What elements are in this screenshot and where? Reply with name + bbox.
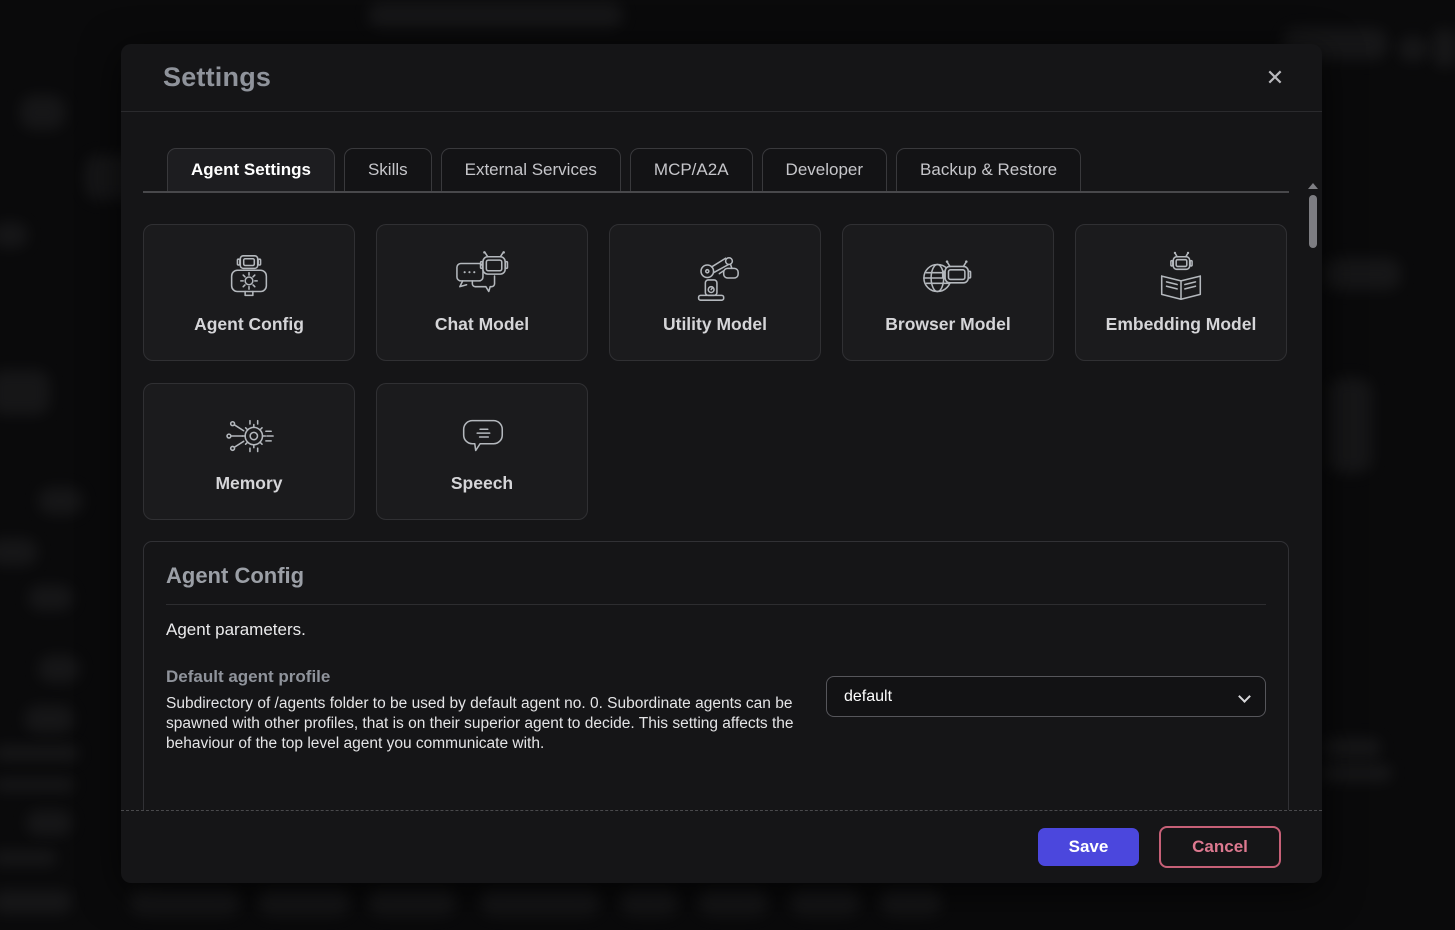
tab-mcp-a2a[interactable]: MCP/A2A [630, 148, 753, 191]
background-blur-shape [130, 888, 240, 915]
card-agent-config[interactable]: Agent Config [143, 224, 355, 361]
background-blur-shape [38, 655, 80, 683]
background-blur-shape [368, 2, 623, 28]
card-label: Browser Model [885, 314, 1010, 335]
card-label: Embedding Model [1106, 314, 1257, 335]
card-speech[interactable]: Speech [376, 383, 588, 520]
close-icon[interactable]: ✕ [1258, 61, 1292, 95]
modal-scrollbar[interactable] [1308, 183, 1318, 811]
field-label: Default agent profile [166, 667, 811, 687]
background-blur-shape [480, 888, 600, 915]
robot-reading-book-icon [1148, 251, 1214, 305]
card-chat-model[interactable]: Chat Model [376, 224, 588, 361]
tab-agent-settings[interactable]: Agent Settings [167, 148, 335, 191]
background-blur-shape [1432, 28, 1455, 68]
modal-body: Agent Settings Skills External Services … [121, 112, 1322, 811]
background-blur-shape [0, 370, 50, 415]
background-blur-shape [0, 890, 72, 914]
background-blur-shape [368, 888, 456, 915]
cancel-button[interactable]: Cancel [1159, 826, 1281, 868]
modal-header: Settings ✕ [121, 44, 1322, 112]
background-blur-shape [1398, 36, 1428, 62]
background-blur-shape [0, 745, 79, 761]
background-blur-shape [1323, 258, 1401, 290]
background-blur-shape [0, 538, 38, 566]
tab-underline [143, 191, 1289, 193]
select-value: default [844, 688, 892, 706]
card-label: Speech [451, 473, 513, 494]
tab-bar: Agent Settings Skills External Services … [167, 148, 1289, 191]
background-blur-shape [790, 888, 860, 915]
app-background: Settings ✕ Agent Settings Skills Externa… [0, 0, 1455, 930]
field-text-column: Default agent profile Subdirectory of /a… [166, 667, 811, 754]
background-blur-shape [20, 95, 65, 130]
background-blur-shape [0, 222, 28, 248]
scrollbar-thumb[interactable] [1309, 195, 1317, 248]
card-label: Agent Config [194, 314, 304, 335]
background-blur-shape [38, 487, 83, 515]
speech-bubble-icon [449, 410, 515, 464]
default-agent-profile-select[interactable]: default [826, 676, 1266, 717]
section-title: Agent Config [166, 563, 1266, 589]
chevron-down-icon [1238, 690, 1251, 703]
card-memory[interactable]: Memory [143, 383, 355, 520]
settings-cards-grid: Agent Config [143, 224, 1289, 520]
background-blur-shape [698, 888, 768, 915]
background-blur-shape [258, 888, 350, 915]
modal-title: Settings [163, 62, 271, 93]
robot-monitor-gear-icon [216, 251, 282, 305]
globe-robot-icon [915, 251, 981, 305]
modal-footer: Save Cancel [121, 811, 1322, 883]
field-default-agent-profile: Default agent profile Subdirectory of /a… [166, 667, 1266, 754]
background-blur-shape [1328, 378, 1372, 473]
background-blur-shape [26, 810, 72, 836]
tab-backup-restore[interactable]: Backup & Restore [896, 148, 1081, 191]
scroll-up-icon[interactable] [1308, 183, 1318, 189]
card-embedding-model[interactable]: Embedding Model [1075, 224, 1287, 361]
tab-external-services[interactable]: External Services [441, 148, 621, 191]
section-description: Agent parameters. [166, 620, 1266, 640]
robot-arm-icon [682, 251, 748, 305]
background-blur-shape [1320, 764, 1392, 782]
background-blur-shape [28, 585, 73, 611]
field-description: Subdirectory of /agents folder to be use… [166, 694, 811, 754]
circuit-gear-icon [216, 410, 282, 464]
background-blur-shape [24, 705, 74, 733]
background-blur-shape [0, 778, 74, 792]
agent-config-section: Agent Config Agent parameters. Default a… [143, 541, 1289, 811]
tab-skills[interactable]: Skills [344, 148, 432, 191]
section-divider [166, 604, 1266, 605]
card-label: Utility Model [663, 314, 767, 335]
card-label: Memory [215, 473, 282, 494]
background-blur-shape [620, 888, 678, 915]
background-blur-shape [1323, 738, 1381, 758]
card-browser-model[interactable]: Browser Model [842, 224, 1054, 361]
background-blur-shape [0, 850, 57, 866]
tab-developer[interactable]: Developer [762, 148, 888, 191]
save-button[interactable]: Save [1038, 828, 1139, 866]
background-blur-shape [880, 888, 942, 915]
card-utility-model[interactable]: Utility Model [609, 224, 821, 361]
settings-modal: Settings ✕ Agent Settings Skills Externa… [121, 44, 1322, 883]
card-label: Chat Model [435, 314, 529, 335]
robot-chat-bubbles-icon [449, 251, 515, 305]
